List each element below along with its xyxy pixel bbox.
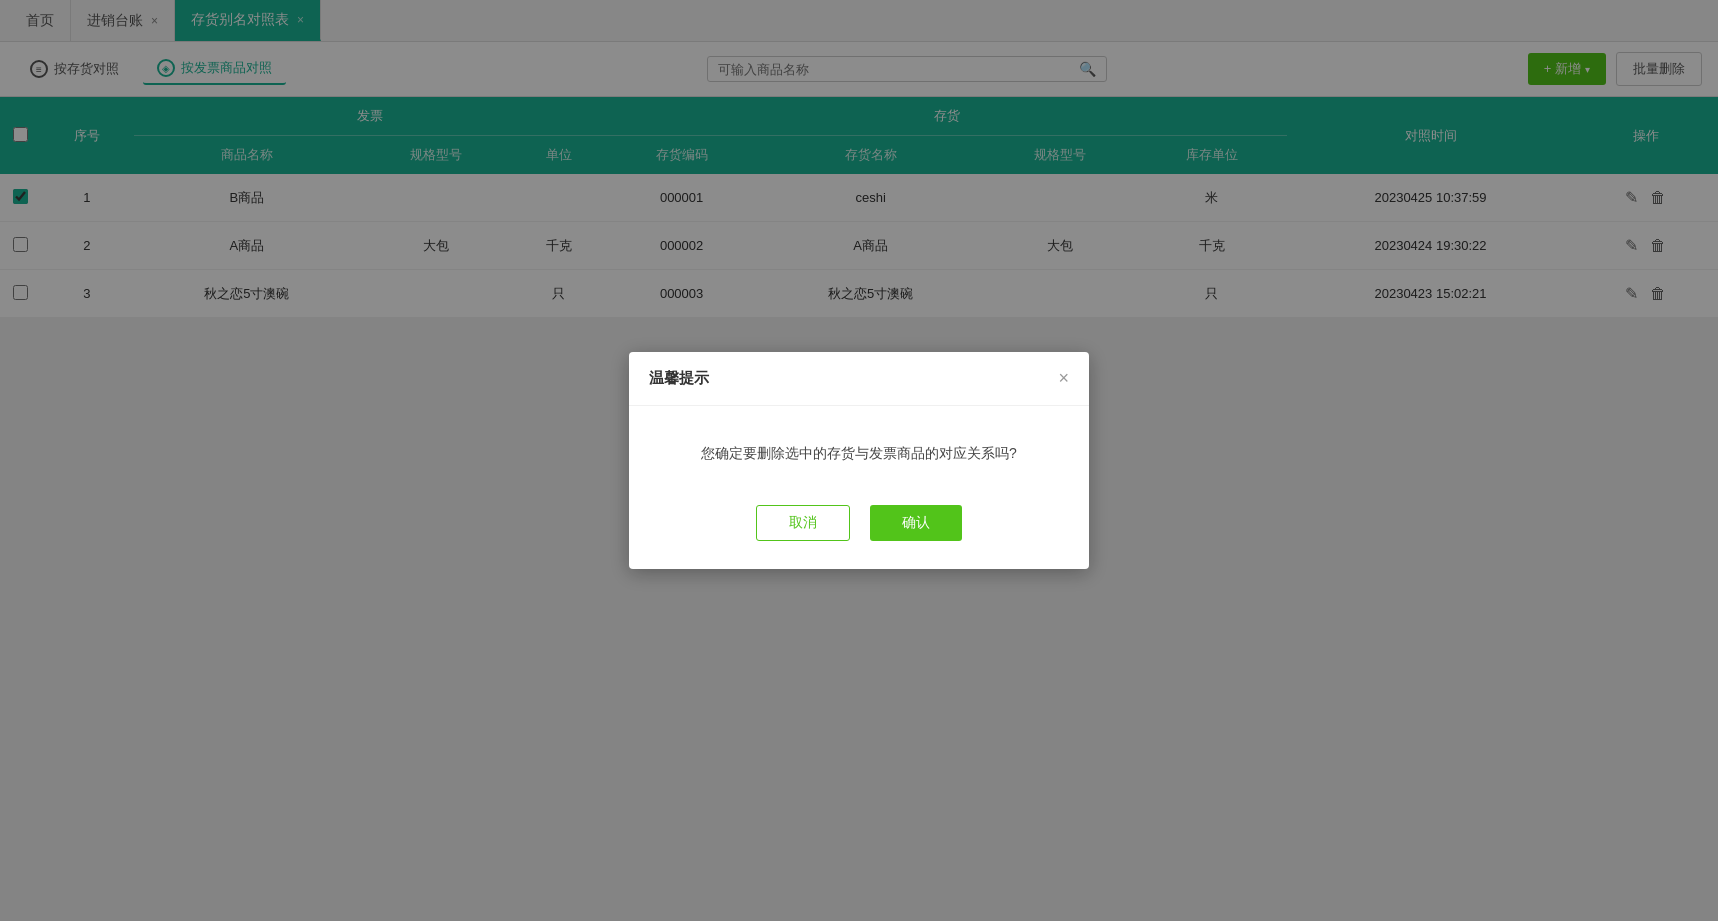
btn-cancel[interactable]: 取消 [756, 505, 850, 541]
btn-confirm-label: 确认 [902, 514, 930, 530]
btn-cancel-label: 取消 [789, 514, 817, 530]
btn-confirm[interactable]: 确认 [870, 505, 962, 541]
modal-overlay: 温馨提示 × 您确定要删除选中的存货与发票商品的对应关系吗? 取消 确认 [0, 0, 1718, 921]
modal-body: 您确定要删除选中的存货与发票商品的对应关系吗? [629, 406, 1089, 494]
modal-message: 您确定要删除选中的存货与发票商品的对应关系吗? [701, 445, 1017, 461]
modal-dialog: 温馨提示 × 您确定要删除选中的存货与发票商品的对应关系吗? 取消 确认 [629, 352, 1089, 568]
modal-footer: 取消 确认 [629, 495, 1089, 569]
modal-close-button[interactable]: × [1058, 368, 1069, 389]
modal-title: 温馨提示 [649, 369, 709, 388]
modal-header: 温馨提示 × [629, 352, 1089, 406]
